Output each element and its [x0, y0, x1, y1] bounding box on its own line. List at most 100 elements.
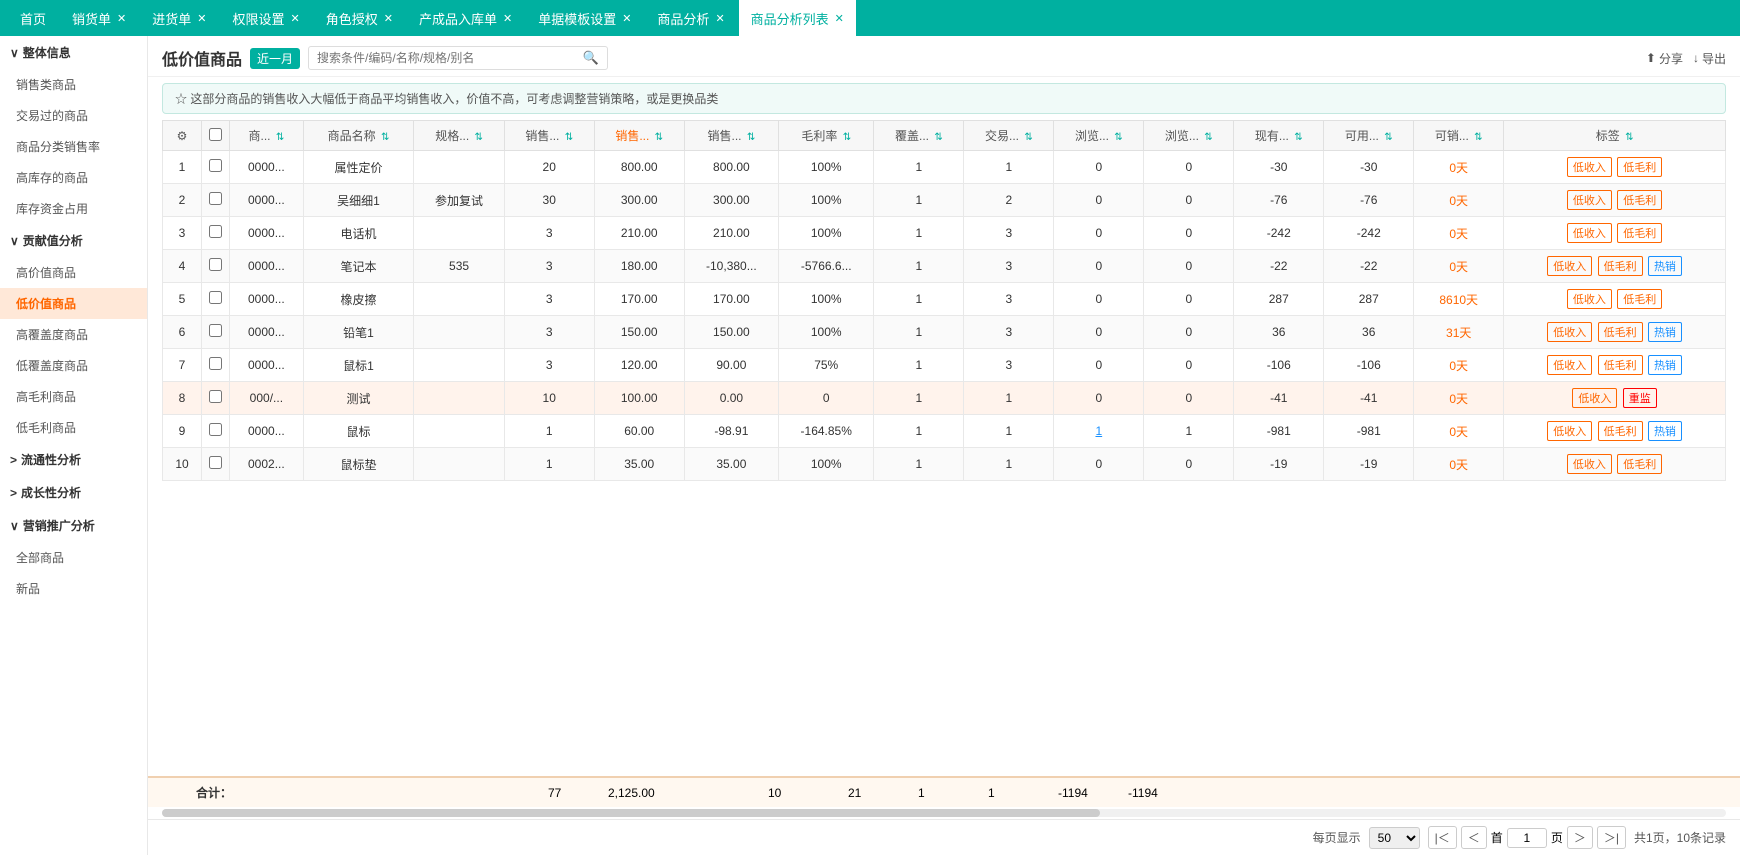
row-checkbox-cell[interactable]	[202, 250, 230, 283]
sidebar-item-new-products[interactable]: 新品	[0, 573, 147, 604]
per-page-select[interactable]: 50 100 200	[1369, 827, 1420, 849]
close-icon[interactable]: ✕	[291, 12, 300, 25]
first-page-button[interactable]: |＜	[1428, 826, 1457, 849]
sales-profit: 800.00	[684, 151, 778, 184]
row-checkbox-cell[interactable]	[202, 217, 230, 250]
close-icon[interactable]: ✕	[835, 12, 844, 25]
row-checkbox-cell[interactable]	[202, 316, 230, 349]
col-margin[interactable]: 毛利率 ⇅	[779, 121, 874, 151]
settings-icon[interactable]: ⚙	[177, 129, 188, 143]
tag-label: 低收入	[1547, 322, 1592, 342]
tag-cell: 低收入 低毛利	[1504, 448, 1726, 481]
close-icon[interactable]: ✕	[622, 12, 631, 25]
views2: 1	[1144, 415, 1234, 448]
views-link[interactable]: 1	[1095, 424, 1102, 438]
close-icon[interactable]: ✕	[117, 12, 126, 25]
nav-permission[interactable]: 权限设置 ✕	[220, 0, 311, 36]
sidebar-item-all-products[interactable]: 全部商品	[0, 542, 147, 573]
col-trade[interactable]: 交易... ⇅	[964, 121, 1054, 151]
sales-amount: 150.00	[594, 316, 684, 349]
close-icon[interactable]: ✕	[197, 12, 206, 25]
export-button[interactable]: ↓ 导出	[1693, 50, 1726, 67]
last-page-button[interactable]: ＞|	[1597, 826, 1626, 849]
col-settings[interactable]: ⚙	[163, 121, 202, 151]
row-checkbox-cell[interactable]	[202, 382, 230, 415]
row-checkbox[interactable]	[209, 423, 222, 436]
col-sales3[interactable]: 销售... ⇅	[684, 121, 778, 151]
nav-product-analysis-list[interactable]: 商品分析列表 ✕	[739, 0, 856, 36]
select-all-checkbox[interactable]	[209, 128, 222, 141]
sidebar-item-stock-fund[interactable]: 库存资金占用	[0, 193, 147, 224]
col-sales2[interactable]: 销售... ⇅	[594, 121, 684, 151]
col-views2[interactable]: 浏览... ⇅	[1144, 121, 1234, 151]
nav-sales[interactable]: 销货单 ✕	[60, 0, 138, 36]
row-checkbox-cell[interactable]	[202, 283, 230, 316]
close-icon[interactable]: ✕	[384, 12, 393, 25]
col-sales1[interactable]: 销售... ⇅	[504, 121, 594, 151]
nav-role[interactable]: 角色授权 ✕	[314, 0, 405, 36]
col-available[interactable]: 可用... ⇅	[1324, 121, 1414, 151]
row-checkbox-cell[interactable]	[202, 151, 230, 184]
horizontal-scrollbar[interactable]	[162, 809, 1726, 817]
row-checkbox-cell[interactable]	[202, 184, 230, 217]
arrow-icon: >	[10, 453, 17, 467]
nav-product-analysis[interactable]: 商品分析 ✕	[645, 0, 736, 36]
col-views1[interactable]: 浏览... ⇅	[1054, 121, 1144, 151]
current-stock: -242	[1234, 217, 1324, 250]
sidebar-group-circulation[interactable]: > 流通性分析	[0, 443, 147, 476]
row-checkbox[interactable]	[209, 324, 222, 337]
nav-purchase[interactable]: 进货单 ✕	[140, 0, 218, 36]
col-coverage[interactable]: 覆盖... ⇅	[874, 121, 964, 151]
page-number-input[interactable]	[1507, 828, 1547, 848]
sidebar-item-low-coverage[interactable]: 低覆盖度商品	[0, 350, 147, 381]
row-checkbox[interactable]	[209, 258, 222, 271]
sidebar-group-contribution[interactable]: ∨ 贡献值分析	[0, 224, 147, 257]
row-checkbox[interactable]	[209, 390, 222, 403]
row-checkbox[interactable]	[209, 357, 222, 370]
scroll-thumb[interactable]	[162, 809, 1100, 817]
nav-product-in[interactable]: 产成品入库单 ✕	[407, 0, 524, 36]
col-code[interactable]: 商... ⇅	[230, 121, 304, 151]
sales-amount: 35.00	[594, 448, 684, 481]
next-page-button[interactable]: ＞	[1567, 826, 1593, 849]
row-checkbox[interactable]	[209, 159, 222, 172]
margin-rate: -5766.6...	[779, 250, 874, 283]
search-icon[interactable]: 🔍	[583, 50, 599, 66]
row-checkbox-cell[interactable]	[202, 349, 230, 382]
col-tags[interactable]: 标签 ⇅	[1504, 121, 1726, 151]
product-name: 电话机	[303, 217, 414, 250]
sidebar-item-high-coverage[interactable]: 高覆盖度商品	[0, 319, 147, 350]
row-checkbox[interactable]	[209, 291, 222, 304]
nav-template[interactable]: 单据模板设置 ✕	[526, 0, 643, 36]
sidebar-item-low-margin[interactable]: 低毛利商品	[0, 412, 147, 443]
sidebar-group-growth[interactable]: > 成长性分析	[0, 476, 147, 509]
row-checkbox[interactable]	[209, 225, 222, 238]
col-checkbox[interactable]	[202, 121, 230, 151]
row-checkbox[interactable]	[209, 192, 222, 205]
col-saleable[interactable]: 可销... ⇅	[1414, 121, 1504, 151]
sidebar-item-low-value[interactable]: 低价值商品	[0, 288, 147, 319]
col-spec[interactable]: 规格... ⇅	[414, 121, 504, 151]
sidebar-item-high-value[interactable]: 高价值商品	[0, 257, 147, 288]
row-checkbox-cell[interactable]	[202, 415, 230, 448]
row-checkbox[interactable]	[209, 456, 222, 469]
row-checkbox-cell[interactable]	[202, 448, 230, 481]
col-name[interactable]: 商品名称 ⇅	[303, 121, 414, 151]
sidebar-item-high-stock[interactable]: 高库存的商品	[0, 162, 147, 193]
share-button[interactable]: ⬆ 分享	[1646, 50, 1683, 67]
sidebar-item-category-sales[interactable]: 商品分类销售率	[0, 131, 147, 162]
sidebar-group-overview[interactable]: ∨ 整体信息	[0, 36, 147, 69]
sidebar-item-traded[interactable]: 交易过的商品	[0, 100, 147, 131]
col-current-stock[interactable]: 现有... ⇅	[1234, 121, 1324, 151]
days-label: 0天	[1414, 151, 1504, 184]
close-icon[interactable]: ✕	[503, 12, 512, 25]
search-input[interactable]	[317, 51, 579, 65]
close-icon[interactable]: ✕	[715, 12, 724, 25]
pagination-bar: 每页显示 50 100 200 |＜ ＜ 首 页 ＞ ＞| 共1页，10条记录	[148, 819, 1740, 855]
sidebar-item-sales-products[interactable]: 销售类商品	[0, 69, 147, 100]
nav-home[interactable]: 首页	[8, 0, 58, 36]
sidebar-group-marketing[interactable]: ∨ 营销推广分析	[0, 509, 147, 542]
time-badge[interactable]: 近一月	[250, 48, 300, 69]
prev-page-button[interactable]: ＜	[1461, 826, 1487, 849]
sidebar-item-high-margin[interactable]: 高毛利商品	[0, 381, 147, 412]
